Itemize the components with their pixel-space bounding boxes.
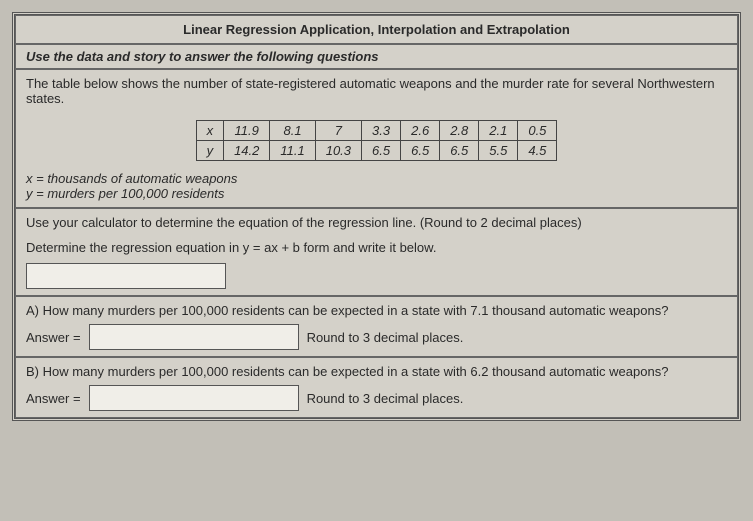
calculator-prompt: Use your calculator to determine the equ… [26, 215, 727, 230]
y-label-cell: y [196, 141, 224, 161]
round-hint-b: Round to 3 decimal places. [307, 391, 464, 406]
y-definition: y = murders per 100,000 residents [26, 186, 727, 201]
y-cell: 6.5 [440, 141, 479, 161]
y-cell: 4.5 [518, 141, 557, 161]
x-label-cell: x [196, 121, 224, 141]
table-row-y: y 14.2 11.1 10.3 6.5 6.5 6.5 5.5 4.5 [196, 141, 557, 161]
question-a: A) How many murders per 100,000 resident… [15, 296, 738, 357]
answer-a-input[interactable] [89, 324, 299, 350]
data-table: x 11.9 8.1 7 3.3 2.6 2.8 2.1 0.5 y 14.2 … [196, 120, 558, 161]
x-cell: 2.6 [401, 121, 440, 141]
y-cell: 10.3 [315, 141, 361, 161]
y-cell: 5.5 [479, 141, 518, 161]
x-definition: x = thousands of automatic weapons [26, 171, 727, 186]
x-cell: 2.1 [479, 121, 518, 141]
data-table-wrap: x 11.9 8.1 7 3.3 2.6 2.8 2.1 0.5 y 14.2 … [26, 120, 727, 161]
question-a-text: A) How many murders per 100,000 resident… [26, 303, 727, 318]
table-row-x: x 11.9 8.1 7 3.3 2.6 2.8 2.1 0.5 [196, 121, 557, 141]
y-cell: 6.5 [401, 141, 440, 161]
instruction-text: Use the data and story to answer the fol… [15, 44, 738, 69]
y-cell: 6.5 [362, 141, 401, 161]
round-hint-a: Round to 3 decimal places. [307, 330, 464, 345]
answer-b-input[interactable] [89, 385, 299, 411]
answer-b-label: Answer = [26, 391, 81, 406]
y-cell: 11.1 [270, 141, 315, 161]
variable-definitions: x = thousands of automatic weapons y = m… [26, 171, 727, 201]
x-cell: 0.5 [518, 121, 557, 141]
x-cell: 7 [315, 121, 361, 141]
y-cell: 14.2 [224, 141, 270, 161]
intro-section: The table below shows the number of stat… [15, 69, 738, 208]
question-b: B) How many murders per 100,000 resident… [15, 357, 738, 418]
worksheet: Linear Regression Application, Interpola… [12, 12, 741, 421]
x-cell: 2.8 [440, 121, 479, 141]
x-cell: 8.1 [270, 121, 315, 141]
regression-section: Use your calculator to determine the equ… [15, 208, 738, 296]
intro-text: The table below shows the number of stat… [26, 76, 727, 106]
regression-equation-input[interactable] [26, 263, 226, 289]
x-cell: 11.9 [224, 121, 270, 141]
page-title: Linear Regression Application, Interpola… [15, 15, 738, 44]
answer-a-label: Answer = [26, 330, 81, 345]
equation-prompt: Determine the regression equation in y =… [26, 240, 727, 255]
x-cell: 3.3 [362, 121, 401, 141]
question-b-text: B) How many murders per 100,000 resident… [26, 364, 727, 379]
